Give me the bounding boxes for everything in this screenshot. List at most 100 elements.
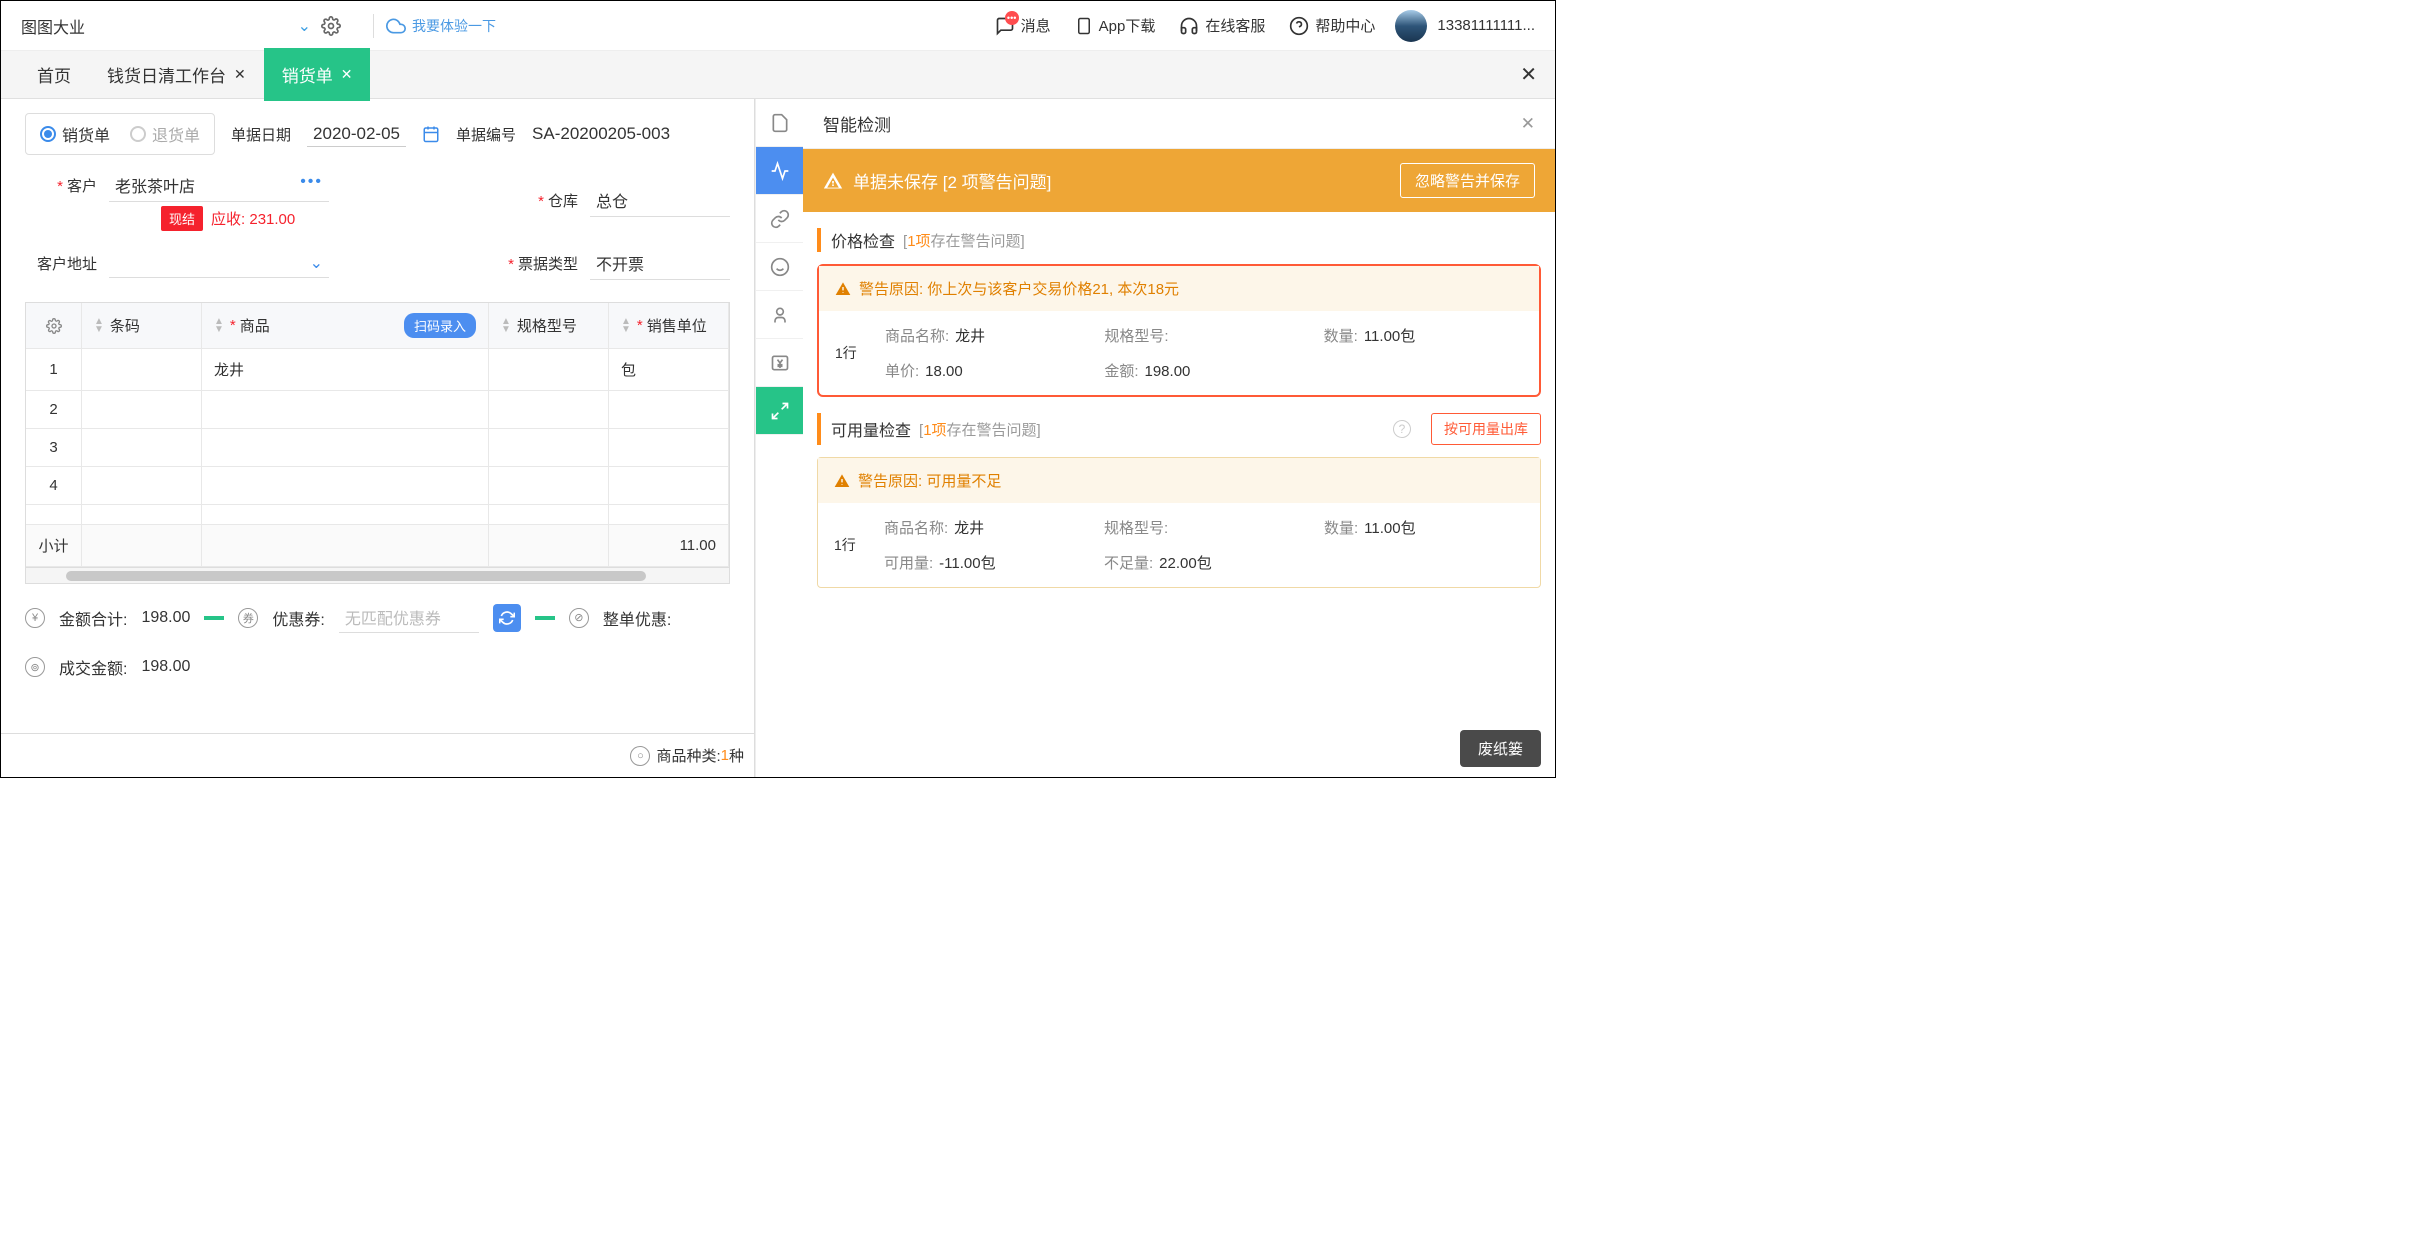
subtotal-row: 小计 11.00 (26, 525, 729, 567)
close-icon[interactable]: ✕ (234, 66, 246, 83)
rail-currency-icon[interactable] (756, 243, 804, 291)
try-text: 我要体验一下 (412, 16, 496, 36)
deal-value: 198.00 (141, 658, 190, 676)
phone-icon (1075, 16, 1093, 36)
support-link[interactable]: 在线客服 (1179, 15, 1265, 36)
receivable-text: 应收: 231.00 (211, 208, 295, 229)
side-rail (755, 99, 803, 777)
table-row[interactable]: 1 龙井 包 (26, 349, 729, 391)
order-discount-label: 整单优惠: (603, 606, 671, 630)
radio-sales[interactable]: 销货单 (40, 122, 110, 146)
date-input[interactable]: 2020-02-05 (307, 122, 406, 147)
warn1-text: 警告原因: 你上次与该客户交易价格21, 本次18元 (859, 278, 1179, 299)
messages-label: 消息 (1021, 15, 1051, 36)
help-icon[interactable]: ? (1393, 420, 1411, 438)
trash-button[interactable]: 废纸篓 (1460, 730, 1541, 767)
radio-return[interactable]: 退货单 (130, 122, 200, 146)
company-name: 图图大业 (21, 14, 85, 38)
avail-warning-box: 警告原因: 可用量不足 1行 商品名称:龙井 规格型号: 数量:11.00包 可… (817, 457, 1541, 588)
avail-check-sub: [1项存在警告问题] (919, 419, 1041, 440)
address-input[interactable]: ⌄ (109, 249, 329, 278)
tab-workbench[interactable]: 钱货日清工作台✕ (89, 48, 264, 101)
minus-icon (535, 616, 555, 620)
row-label: 1行 (835, 325, 885, 381)
minus-icon (204, 616, 224, 620)
calendar-icon[interactable] (422, 125, 440, 143)
invoice-input[interactable]: 不开票 (590, 247, 730, 280)
warning-icon (834, 472, 850, 489)
warehouse-input[interactable]: 总仓 (590, 184, 730, 217)
doc-type-radio-group: 销货单 退货单 (25, 113, 215, 155)
cloud-icon (386, 16, 406, 36)
ignore-save-button[interactable]: 忽略警告并保存 (1400, 163, 1535, 198)
scan-button[interactable]: 扫码录入 (404, 313, 476, 338)
kind-count: 1 (721, 747, 729, 764)
col-product[interactable]: ▲▼*商品扫码录入 (202, 303, 489, 348)
tab-sales-order[interactable]: 销货单✕ (264, 48, 371, 101)
yen-icon: ¥ (25, 608, 45, 628)
help-label: 帮助中心 (1315, 15, 1375, 36)
col-unit[interactable]: ▲▼*销售单位 (609, 303, 729, 348)
rail-doc-icon[interactable] (756, 99, 804, 147)
tab-home[interactable]: 首页 (19, 48, 89, 101)
col-barcode[interactable]: ▲▼条码 (82, 303, 202, 348)
avail-check-title: 可用量检查 (831, 417, 911, 441)
footer-bar: ○ 商品种类: 1 种 (1, 733, 754, 777)
deal-label: 成交金额: (59, 655, 127, 679)
app-download-link[interactable]: App下载 (1075, 15, 1156, 36)
banner-text: 单据未保存 [2 项警告问题] (853, 168, 1051, 193)
help-link[interactable]: 帮助中心 (1289, 15, 1375, 36)
amount-label: 金额合计: (59, 606, 127, 630)
docno-value: SA-20200205-003 (532, 124, 670, 144)
chevron-down-icon: ⌄ (310, 253, 323, 273)
table-row[interactable]: 3 (26, 429, 729, 467)
address-label: 客户地址 (25, 253, 97, 274)
close-all-icon[interactable]: ✕ (1520, 62, 1537, 87)
messages-link[interactable]: ••• 消息 (995, 15, 1051, 36)
headset-icon (1179, 16, 1199, 36)
warn2-text: 警告原因: 可用量不足 (858, 470, 1001, 491)
kind-label: 商品种类: (656, 745, 720, 766)
price-check-title: 价格检查 (831, 228, 895, 252)
kind-suffix: 种 (729, 745, 744, 766)
rail-user-icon[interactable] (756, 291, 804, 339)
table-row[interactable] (26, 505, 729, 525)
kind-icon: ○ (630, 746, 650, 766)
horizontal-scrollbar[interactable] (25, 568, 730, 584)
close-icon[interactable]: ✕ (341, 66, 353, 83)
date-label: 单据日期 (231, 124, 291, 145)
close-icon[interactable]: ✕ (1521, 114, 1535, 134)
row-label: 1行 (834, 517, 884, 573)
discount-icon: ⊘ (569, 608, 589, 628)
more-icon[interactable]: ••• (300, 173, 323, 197)
support-label: 在线客服 (1205, 15, 1265, 36)
table-row[interactable]: 4 (26, 467, 729, 505)
try-link[interactable]: 我要体验一下 (386, 16, 496, 36)
col-spec[interactable]: ▲▼规格型号 (489, 303, 609, 348)
avatar[interactable] (1395, 10, 1427, 42)
rail-link-icon[interactable] (756, 195, 804, 243)
refresh-button[interactable] (493, 604, 521, 632)
rail-expand-icon[interactable] (756, 387, 804, 435)
rail-yen-icon[interactable] (756, 339, 804, 387)
ship-by-avail-button[interactable]: 按可用量出库 (1431, 413, 1541, 445)
username[interactable]: 13381111111... (1437, 17, 1535, 34)
table-row[interactable]: 2 (26, 391, 729, 429)
coupon-label: 优惠券: (272, 606, 324, 630)
docno-label: 单据编号 (456, 124, 516, 145)
divider (373, 14, 374, 38)
invoice-label: *票据类型 (506, 253, 578, 274)
warning-icon (823, 170, 843, 191)
warning-banner: 单据未保存 [2 项警告问题] 忽略警告并保存 (803, 149, 1555, 212)
app-download-label: App下载 (1099, 15, 1156, 36)
rail-chart-icon[interactable] (756, 147, 804, 195)
customer-input[interactable]: 老张茶叶店 ••• (109, 169, 329, 202)
deal-icon: ⊚ (25, 657, 45, 677)
price-check-sub: [1项存在警告问题] (903, 230, 1025, 251)
settings-icon[interactable] (321, 15, 341, 36)
warning-icon (835, 280, 851, 297)
company-selector[interactable]: 图图大业 ⌄ (21, 14, 321, 38)
col-settings[interactable] (26, 303, 82, 348)
coupon-input[interactable]: 无匹配优惠券 (339, 602, 479, 633)
settle-tag: 现结 (161, 206, 203, 231)
